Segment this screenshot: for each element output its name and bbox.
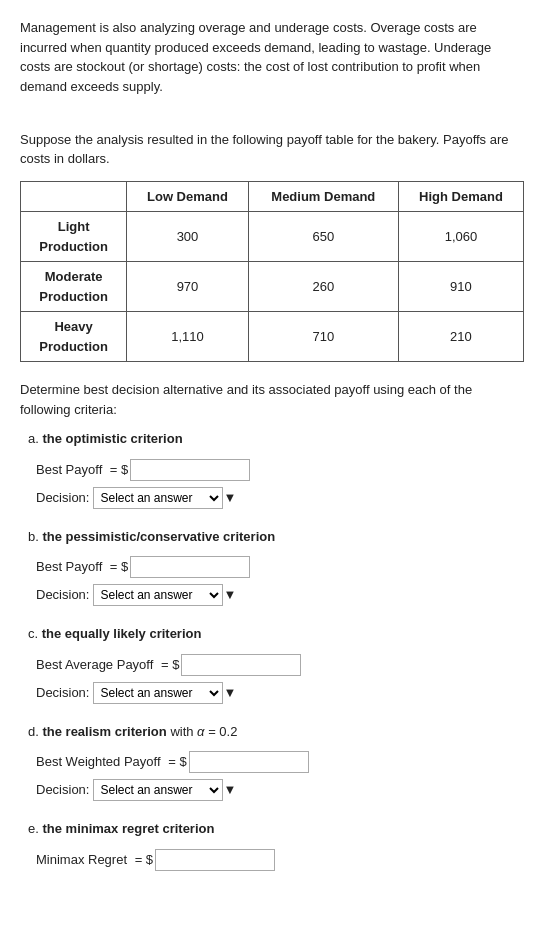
criterion-a-select[interactable]: Select an answer — [93, 487, 223, 509]
criterion-c: c. the equally likely criterion Best Ave… — [20, 624, 524, 704]
criterion-b-decision-label: Decision: — [36, 585, 89, 605]
table-row: LightProduction 300 650 1,060 — [21, 212, 524, 262]
table-row: ModerateProduction 970 260 910 — [21, 262, 524, 312]
criterion-d-payoff-label: Best Weighted Payoff — [36, 752, 161, 772]
criterion-a-label: the optimistic criterion — [42, 431, 182, 446]
criterion-a-input-row: Best Payoff = $ — [36, 459, 524, 481]
criterion-a-decision-row: Decision: Select an answer ▼ — [36, 487, 524, 509]
criterion-c-prefix: c. — [28, 626, 38, 641]
criterion-b-select[interactable]: Select an answer — [93, 584, 223, 606]
table-header-low: Low Demand — [127, 181, 248, 212]
criterion-d-label: the realism criterion — [42, 724, 166, 739]
criterion-d-decision-row: Decision: Select an answer ▼ — [36, 779, 524, 801]
criterion-e: e. the minimax regret criterion Minimax … — [20, 819, 524, 871]
criterion-b-heading: b. the pessimistic/conservative criterio… — [28, 527, 524, 547]
criterion-c-heading: c. the equally likely criterion — [28, 624, 524, 644]
criterion-c-equals: = — [157, 655, 172, 675]
criterion-e-dollar: $ — [146, 850, 153, 870]
cell-moderate-low: 970 — [127, 262, 248, 312]
criterion-d-select[interactable]: Select an answer — [93, 779, 223, 801]
suppose-paragraph: Suppose the analysis resulted in the fol… — [20, 130, 524, 169]
criterion-b-input[interactable] — [130, 556, 250, 578]
criterion-a-equals: = — [106, 460, 121, 480]
criterion-c-payoff-label: Best Average Payoff — [36, 655, 153, 675]
criterion-a-dollar: $ — [121, 460, 128, 480]
criterion-c-select[interactable]: Select an answer — [93, 682, 223, 704]
criterion-a-heading: a. the optimistic criterion — [28, 429, 524, 449]
criterion-a-decision-label: Decision: — [36, 488, 89, 508]
criterion-e-equals: = — [131, 850, 146, 870]
payoff-table: Low Demand Medium Demand High Demand Lig… — [20, 181, 524, 363]
criterion-a-dropdown-icon: ▼ — [223, 488, 236, 508]
criterion-b: b. the pessimistic/conservative criterio… — [20, 527, 524, 607]
row-label-moderate: ModerateProduction — [21, 262, 127, 312]
criterion-e-label: the minimax regret criterion — [42, 821, 214, 836]
criterion-a-input[interactable] — [130, 459, 250, 481]
criterion-b-decision-row: Decision: Select an answer ▼ — [36, 584, 524, 606]
criterion-c-input-row: Best Average Payoff = $ — [36, 654, 524, 676]
criterion-a-payoff-label: Best Payoff — [36, 460, 102, 480]
table-header-empty — [21, 181, 127, 212]
cell-light-medium: 650 — [248, 212, 398, 262]
cell-heavy-medium: 710 — [248, 312, 398, 362]
criterion-d-input-row: Best Weighted Payoff = $ — [36, 751, 524, 773]
criterion-e-prefix: e. — [28, 821, 39, 836]
criterion-c-label: the equally likely criterion — [42, 626, 202, 641]
row-label-heavy: HeavyProduction — [21, 312, 127, 362]
criterion-d-alpha: with α = 0.2 — [170, 724, 237, 739]
criterion-d: d. the realism criterion with α = 0.2 Be… — [20, 722, 524, 802]
table-header-high: High Demand — [398, 181, 523, 212]
criterion-d-equals: = — [165, 752, 180, 772]
criterion-b-dollar: $ — [121, 557, 128, 577]
criterion-b-input-row: Best Payoff = $ — [36, 556, 524, 578]
criterion-e-payoff-label: Minimax Regret — [36, 850, 127, 870]
criterion-a-prefix: a. — [28, 431, 39, 446]
criterion-b-payoff-label: Best Payoff — [36, 557, 102, 577]
criterion-d-input[interactable] — [189, 751, 309, 773]
criterion-c-decision-label: Decision: — [36, 683, 89, 703]
criterion-b-label: the pessimistic/conservative criterion — [42, 529, 275, 544]
determine-text: Determine best decision alternative and … — [20, 380, 524, 419]
criterion-d-dollar: $ — [179, 752, 186, 772]
table-row: HeavyProduction 1,110 710 210 — [21, 312, 524, 362]
criterion-c-decision-row: Decision: Select an answer ▼ — [36, 682, 524, 704]
criterion-d-decision-label: Decision: — [36, 780, 89, 800]
cell-heavy-low: 1,110 — [127, 312, 248, 362]
cell-heavy-high: 210 — [398, 312, 523, 362]
criterion-c-input[interactable] — [181, 654, 301, 676]
criterion-b-dropdown-icon: ▼ — [223, 585, 236, 605]
intro-paragraph-1: Management is also analyzing overage and… — [20, 18, 524, 96]
criterion-b-equals: = — [106, 557, 121, 577]
criterion-e-input[interactable] — [155, 849, 275, 871]
criterion-e-heading: e. the minimax regret criterion — [28, 819, 524, 839]
criterion-d-prefix: d. — [28, 724, 39, 739]
row-label-light: LightProduction — [21, 212, 127, 262]
criterion-c-dollar: $ — [172, 655, 179, 675]
payoff-table-wrapper: Low Demand Medium Demand High Demand Lig… — [20, 181, 524, 363]
criterion-a: a. the optimistic criterion Best Payoff … — [20, 429, 524, 509]
cell-light-low: 300 — [127, 212, 248, 262]
criterion-d-heading: d. the realism criterion with α = 0.2 — [28, 722, 524, 742]
cell-light-high: 1,060 — [398, 212, 523, 262]
cell-moderate-high: 910 — [398, 262, 523, 312]
table-header-medium: Medium Demand — [248, 181, 398, 212]
criterion-c-dropdown-icon: ▼ — [223, 683, 236, 703]
criterion-b-prefix: b. — [28, 529, 39, 544]
criterion-e-input-row: Minimax Regret = $ — [36, 849, 524, 871]
criterion-d-dropdown-icon: ▼ — [223, 780, 236, 800]
cell-moderate-medium: 260 — [248, 262, 398, 312]
